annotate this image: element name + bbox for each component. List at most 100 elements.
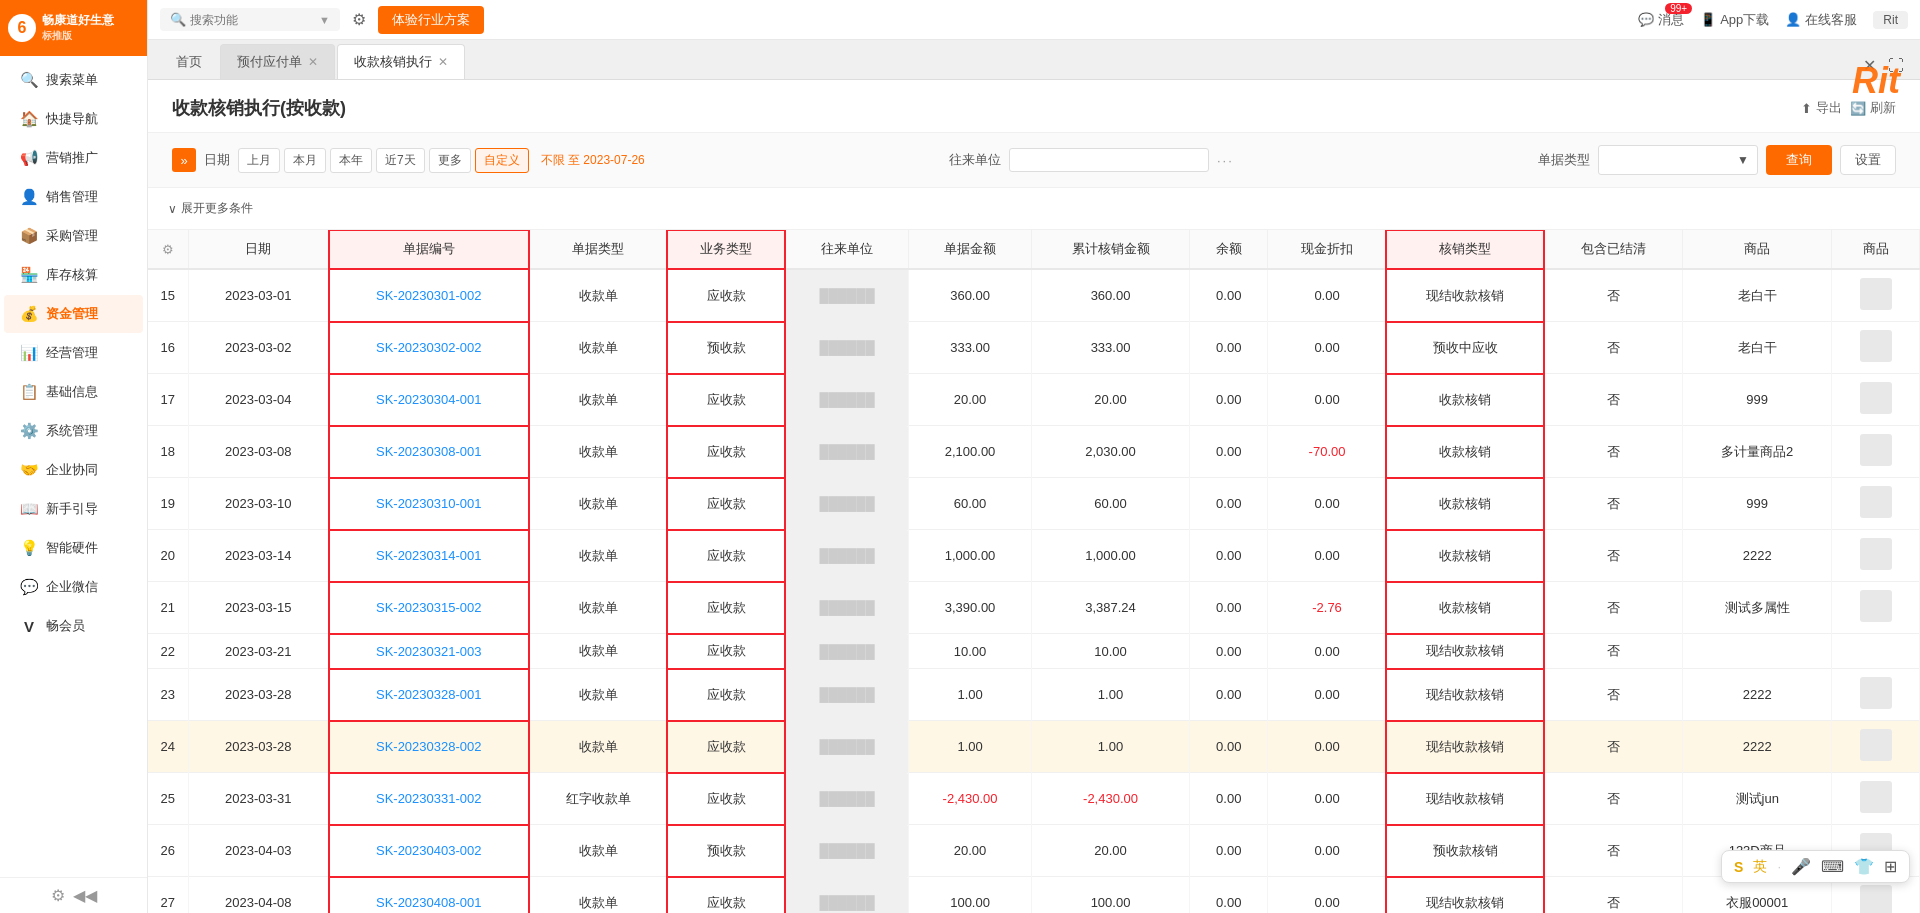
last-month-btn[interactable]: 上月 (238, 148, 280, 173)
cell-voucher-type: 收款单 (529, 478, 667, 530)
table-row: 202023-03-14SK-20230314-001收款单应收款██████1… (148, 530, 1920, 582)
cell-cash-discount: 0.00 (1268, 322, 1386, 374)
logo-icon: 6 (8, 14, 36, 42)
cell-cash-discount: 0.00 (1268, 634, 1386, 669)
member-icon: V (20, 618, 38, 635)
cell-balance: 0.00 (1190, 877, 1268, 914)
sidebar-item-sales[interactable]: 👤 销售管理 (4, 178, 143, 216)
cell-cash-discount: 0.00 (1268, 877, 1386, 914)
sidebar-item-newbie[interactable]: 📖 新手引导 (4, 490, 143, 528)
quick-nav-icon: 🏠 (20, 110, 38, 128)
table-row: 252023-03-31SK-20230331-002红字收款单应收款█████… (148, 773, 1920, 825)
sidebar-item-quicknav[interactable]: 🏠 快捷导航 (4, 100, 143, 138)
cell-amount: 10.00 (909, 634, 1032, 669)
topbar-dropdown-icon[interactable]: ▼ (319, 14, 330, 26)
cell-include-cleared: 否 (1544, 530, 1682, 582)
topbar-gear-icon[interactable]: ⚙ (352, 10, 366, 29)
newbie-icon: 📖 (20, 500, 38, 518)
this-month-btn[interactable]: 本月 (284, 148, 326, 173)
tabbar: 首页 预付应付单 ✕ 收款核销执行 ✕ ✕ ⛶ (148, 40, 1920, 80)
col-settings[interactable]: ⚙ (148, 230, 188, 269)
col-settings-icon[interactable]: ⚙ (162, 242, 174, 257)
cell-cash-discount: -70.00 (1268, 426, 1386, 478)
cell-voucher-no[interactable]: SK-20230308-001 (329, 426, 529, 478)
counterparty-input[interactable] (1009, 148, 1209, 172)
tab-home[interactable]: 首页 (160, 45, 218, 79)
sidebar-item-purchase[interactable]: 📦 采购管理 (4, 217, 143, 255)
online-support-action[interactable]: 👤 在线客服 (1785, 11, 1857, 29)
cell-voucher-no[interactable]: SK-20230301-002 (329, 269, 529, 322)
col-cancel-type: 核销类型 (1386, 230, 1544, 269)
cell-counterparty: ██████ (785, 773, 908, 825)
skin-icon[interactable]: 👕 (1854, 857, 1874, 876)
custom-date-btn[interactable]: 自定义 (475, 148, 529, 173)
solution-btn[interactable]: 体验行业方案 (378, 6, 484, 34)
sidebar-item-basic[interactable]: 📋 基础信息 (4, 373, 143, 411)
purchase-icon: 📦 (20, 227, 38, 245)
sidebar-item-corp[interactable]: 🤝 企业协同 (4, 451, 143, 489)
filter-toggle-btn[interactable]: » (172, 148, 196, 172)
voucher-type-select[interactable]: ▼ (1598, 145, 1758, 175)
cell-biz-type: 应收款 (667, 269, 785, 322)
cell-voucher-no[interactable]: SK-20230328-002 (329, 721, 529, 773)
cell-row-no: 20 (148, 530, 188, 582)
cell-voucher-no[interactable]: SK-20230403-002 (329, 825, 529, 877)
support-icon: 👤 (1785, 12, 1801, 27)
cell-voucher-no[interactable]: SK-20230408-001 (329, 877, 529, 914)
filter-settings-btn[interactable]: 设置 (1840, 145, 1896, 175)
sidebar-item-member[interactable]: V 畅会员 (4, 607, 143, 645)
last-7days-btn[interactable]: 近7天 (376, 148, 425, 173)
col-date: 日期 (188, 230, 329, 269)
topbar-search-input[interactable] (190, 13, 315, 27)
cell-row-no: 24 (148, 721, 188, 773)
online-support-label: 在线客服 (1805, 11, 1857, 29)
keyboard-icon[interactable]: ⌨ (1821, 857, 1844, 876)
table-row: 272023-04-08SK-20230408-001收款单应收款██████1… (148, 877, 1920, 914)
cell-voucher-no[interactable]: SK-20230315-002 (329, 582, 529, 634)
cell-voucher-no[interactable]: SK-20230304-001 (329, 374, 529, 426)
cell-cash-discount: 0.00 (1268, 478, 1386, 530)
sidebar-item-ops[interactable]: 📊 经营管理 (4, 334, 143, 372)
mic-icon[interactable]: 🎤 (1791, 857, 1811, 876)
sidebar-item-smarthw[interactable]: 💡 智能硬件 (4, 529, 143, 567)
cell-voucher-no[interactable]: SK-20230302-002 (329, 322, 529, 374)
apps-icon[interactable]: ⊞ (1884, 857, 1897, 876)
cell-biz-type: 预收款 (667, 825, 785, 877)
refresh-icon: 🔄 (1850, 101, 1866, 116)
cell-voucher-no[interactable]: SK-20230310-001 (329, 478, 529, 530)
cell-balance: 0.00 (1190, 721, 1268, 773)
sidebar-item-wxwork[interactable]: 💬 企业微信 (4, 568, 143, 606)
cell-voucher-no[interactable]: SK-20230321-003 (329, 634, 529, 669)
query-btn[interactable]: 查询 (1766, 145, 1832, 175)
prepay-tab-close[interactable]: ✕ (308, 55, 318, 69)
sidebar-item-search[interactable]: 🔍 搜索菜单 (4, 61, 143, 99)
cell-voucher-no[interactable]: SK-20230328-001 (329, 669, 529, 721)
topbar-search-wrap[interactable]: 🔍 ▼ (160, 8, 340, 31)
more-date-btn[interactable]: 更多 (429, 148, 471, 173)
cell-balance: 0.00 (1190, 426, 1268, 478)
export-btn[interactable]: ⬆ 导出 (1801, 99, 1842, 117)
cell-include-cleared: 否 (1544, 825, 1682, 877)
sidebar-item-marketing[interactable]: 📢 营销推广 (4, 139, 143, 177)
collapse-icon[interactable]: ◀◀ (73, 886, 97, 905)
sidebar-item-inventory[interactable]: 🏪 库存核算 (4, 256, 143, 294)
app-download-action[interactable]: 📱 App下载 (1700, 11, 1769, 29)
cell-counterparty: ██████ (785, 374, 908, 426)
cell-cash-discount: -2.76 (1268, 582, 1386, 634)
sidebar-item-fund[interactable]: 💰 资金管理 (4, 295, 143, 333)
cell-voucher-no[interactable]: SK-20230314-001 (329, 530, 529, 582)
message-action[interactable]: 💬 消息 99+ (1638, 11, 1684, 29)
cell-cancel-type: 预收中应收 (1386, 322, 1544, 374)
settings-bottom-icon[interactable]: ⚙ (51, 886, 65, 905)
sidebar-corp-label: 企业协同 (46, 461, 98, 479)
collection-tab-close[interactable]: ✕ (438, 55, 448, 69)
this-year-btn[interactable]: 本年 (330, 148, 372, 173)
cell-voucher-no[interactable]: SK-20230331-002 (329, 773, 529, 825)
tab-prepay[interactable]: 预付应付单 ✕ (220, 44, 335, 79)
user-name-display[interactable]: Rit (1873, 11, 1908, 29)
tab-collection-exec[interactable]: 收款核销执行 ✕ (337, 44, 465, 79)
cell-date: 2023-03-10 (188, 478, 329, 530)
expand-conditions-btn[interactable]: ∨ 展开更多条件 (156, 196, 1912, 221)
sidebar-item-sys[interactable]: ⚙️ 系统管理 (4, 412, 143, 450)
counterparty-filter-label: 往来单位 (949, 151, 1001, 169)
